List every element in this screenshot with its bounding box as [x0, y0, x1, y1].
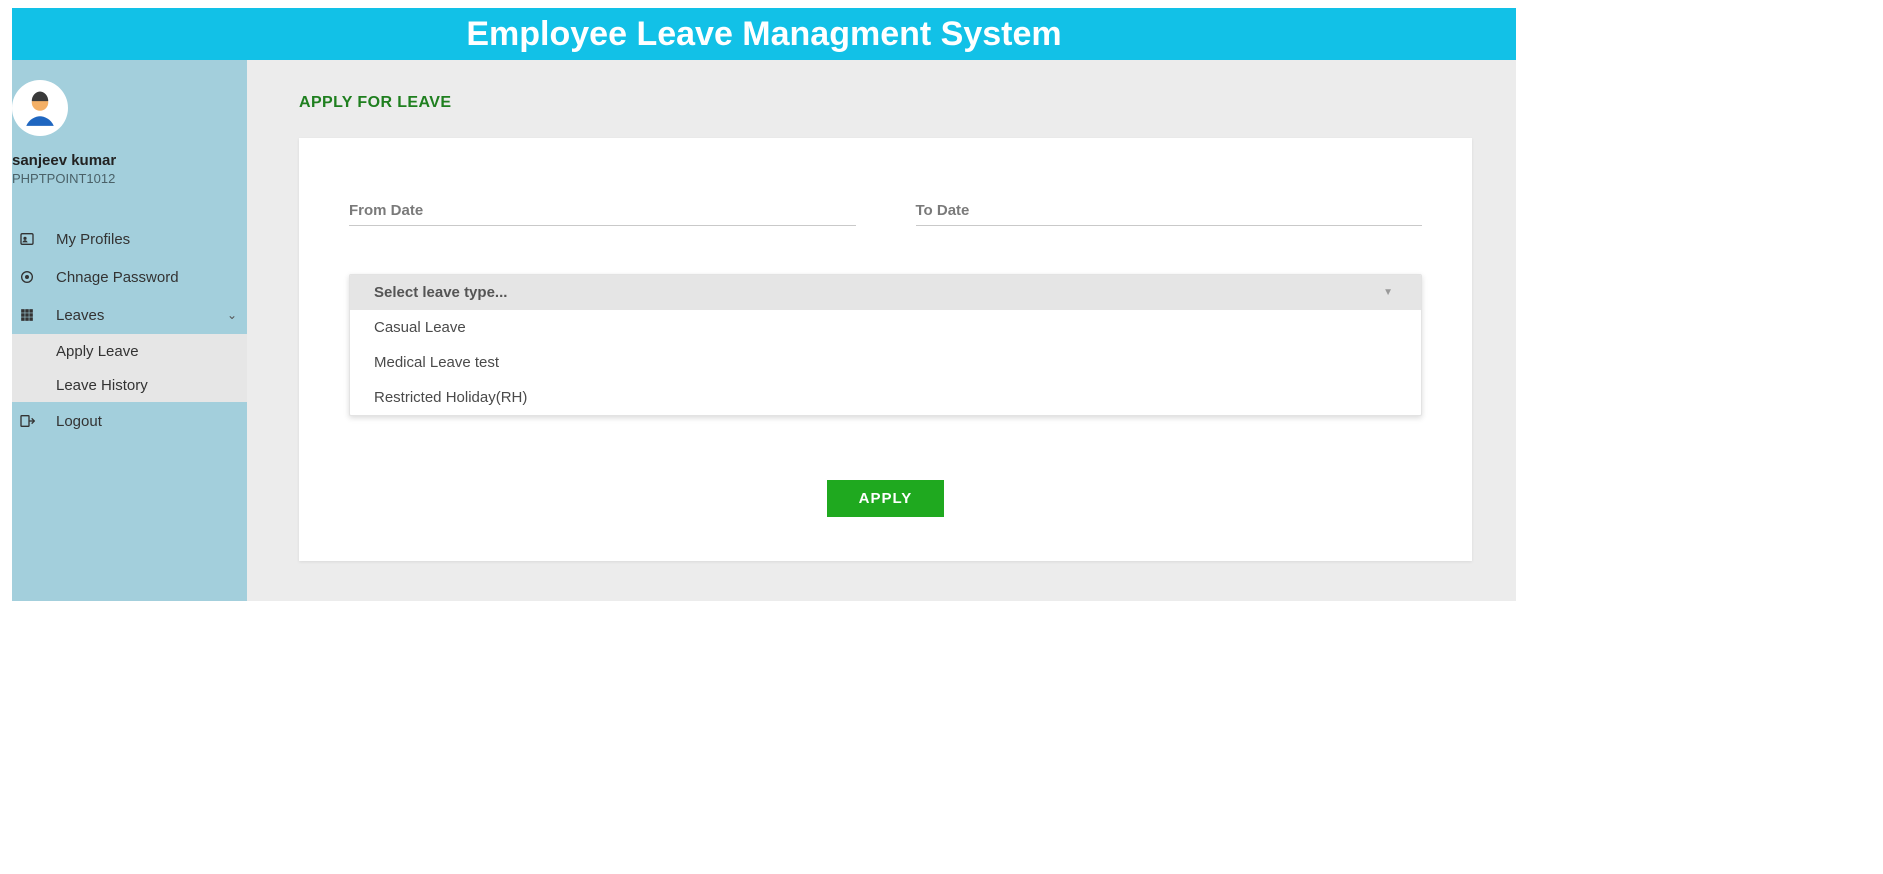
leave-type-dropdown[interactable]: Select leave type... ▼ Casual Leave Medi…	[349, 274, 1422, 416]
sidebar-item-apply-leave[interactable]: Apply Leave	[12, 334, 247, 368]
grid-icon	[16, 308, 38, 322]
sidebar-item-label: Chnage Password	[56, 269, 179, 286]
to-date-label: To Date	[916, 202, 1423, 219]
sidebar-item-leaves[interactable]: Leaves ⌄	[12, 296, 247, 334]
sidebar-item-label: Leave History	[56, 377, 148, 394]
user-avatar-icon	[18, 86, 62, 130]
to-date-field[interactable]: To Date	[916, 202, 1423, 226]
chevron-down-icon: ⌄	[227, 308, 237, 322]
from-date-field[interactable]: From Date	[349, 202, 856, 226]
leaves-submenu: Apply Leave Leave History	[12, 334, 247, 402]
dropdown-option[interactable]: Casual Leave	[350, 310, 1421, 345]
dropdown-option-placeholder[interactable]: Select leave type... ▼	[350, 275, 1421, 310]
page-title: APPLY FOR LEAVE	[299, 94, 1472, 112]
profile-icon	[16, 231, 38, 247]
dropdown-option[interactable]: Restricted Holiday(RH)	[350, 380, 1421, 415]
sidebar-item-profiles[interactable]: My Profiles	[12, 220, 247, 258]
avatar	[12, 80, 68, 136]
top-header: Employee Leave Managment System	[12, 8, 1516, 60]
sidebar-item-logout[interactable]: Logout	[12, 402, 247, 440]
logout-icon	[16, 413, 38, 429]
sidebar-item-label: Logout	[56, 413, 102, 430]
leave-type-select-wrap: Select Leave Type... Description Select …	[349, 274, 1422, 416]
sidebar-item-password[interactable]: Chnage Password	[12, 258, 247, 296]
sidebar-item-leave-history[interactable]: Leave History	[12, 368, 247, 402]
main-content: APPLY FOR LEAVE From Date To Date Select…	[247, 60, 1516, 601]
sidebar-item-label: Leaves	[56, 307, 104, 324]
leave-form-card: From Date To Date Select Leave Type... D…	[299, 138, 1472, 561]
user-code: PHPTPOINT1012	[12, 171, 247, 186]
user-name: sanjeev kumar	[12, 152, 247, 169]
dropdown-placeholder-text: Select leave type...	[374, 284, 507, 301]
sidebar: sanjeev kumar PHPTPOINT1012 My Profiles …	[12, 60, 247, 601]
apply-button[interactable]: APPLY	[827, 480, 945, 517]
from-date-label: From Date	[349, 202, 856, 219]
app-title: Employee Leave Managment System	[466, 15, 1061, 54]
sidebar-item-label: Apply Leave	[56, 343, 139, 360]
gear-icon	[16, 269, 38, 285]
caret-down-icon: ▼	[1383, 287, 1393, 298]
sidebar-item-label: My Profiles	[56, 231, 130, 248]
dropdown-option[interactable]: Medical Leave test	[350, 345, 1421, 380]
